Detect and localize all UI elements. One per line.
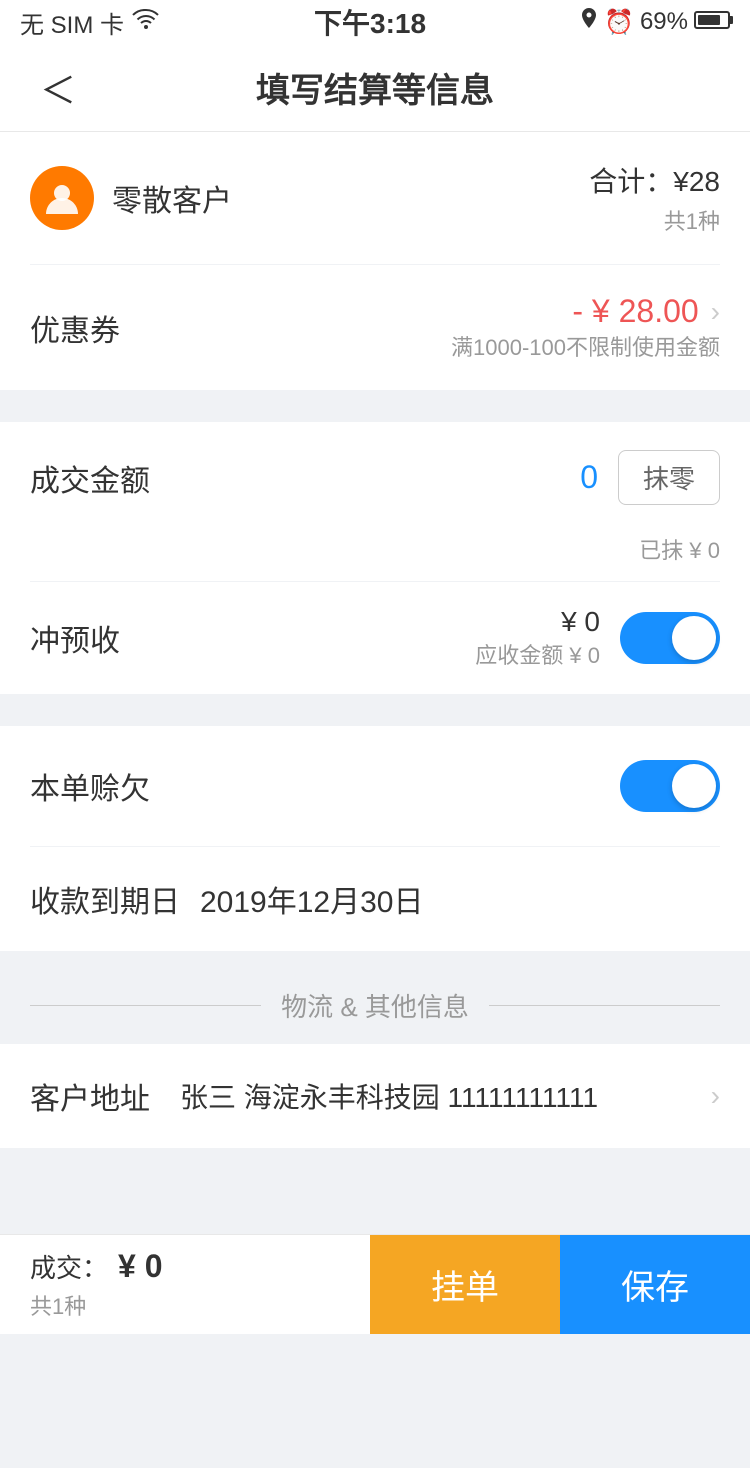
coupon-discount: - ¥ 28.00	[572, 293, 698, 330]
round-zero-button[interactable]: 抹零	[618, 450, 720, 505]
customer-summary: 合计：¥28 共1种	[589, 160, 720, 236]
precharge-values: ¥ 0 应收金额 ¥ 0	[475, 606, 600, 670]
address-label: 客户地址	[30, 1074, 150, 1118]
coupon-row[interactable]: 优惠券 - ¥ 28.00 › 满1000-100不限制使用金额	[0, 265, 750, 390]
address-row[interactable]: 客户地址 张三 海淀永丰科技园 11111111111 ›	[30, 1044, 720, 1148]
customer-count: 共1种	[589, 204, 720, 236]
address-chevron-icon: ›	[711, 1080, 720, 1112]
transaction-section: 成交金额 0 抹零 已抹 ¥ 0	[0, 422, 750, 581]
arrears-row: 本单赊欠	[30, 726, 720, 846]
customer-left: 零散客户	[30, 166, 232, 230]
status-right: ⏰ 69%	[580, 8, 730, 37]
customer-card: 零散客户 合计：¥28 共1种 优惠券 - ¥ 28.00 › 满1000-10…	[0, 132, 750, 390]
precharge-row: 冲预收 ¥ 0 应收金额 ¥ 0	[30, 581, 720, 694]
bottom-deal-label: 成交：	[30, 1248, 108, 1285]
duedate-label: 收款到期日	[30, 877, 180, 921]
battery-text: 69%	[640, 8, 688, 36]
address-value: 张三 海淀永丰科技园 11111111111	[180, 1076, 701, 1116]
hold-button[interactable]: 挂单	[370, 1235, 560, 1334]
logistics-text: 物流 & 其他信息	[281, 987, 469, 1024]
transaction-sub: 已抹 ¥ 0	[30, 533, 720, 581]
section-separator-3	[0, 951, 750, 967]
bottom-deal-amount: ¥ 0	[118, 1248, 162, 1285]
transaction-right: 0 抹零	[580, 450, 720, 505]
battery-icon	[694, 11, 730, 29]
address-section: 客户地址 张三 海淀永丰科技园 11111111111 ›	[0, 1044, 750, 1148]
carrier-text: 无 SIM 卡	[20, 5, 124, 40]
customer-avatar	[30, 166, 94, 230]
duedate-section: 收款到期日 2019年12月30日	[0, 846, 750, 951]
precharge-label: 冲预收	[30, 616, 120, 660]
logistics-line-right	[489, 1005, 720, 1006]
location-icon	[580, 8, 598, 37]
page-title: 填写结算等信息	[256, 63, 494, 112]
coupon-chevron-icon: ›	[711, 296, 720, 328]
coupon-sub: 满1000-100不限制使用金额	[451, 330, 720, 362]
wifi-icon	[132, 8, 160, 36]
save-button[interactable]: 保存	[560, 1235, 750, 1334]
back-button[interactable]: ＜	[30, 52, 86, 124]
transaction-value: 0	[580, 459, 598, 496]
section-separator-2	[0, 694, 750, 710]
section-separator-1	[0, 406, 750, 422]
alarm-icon: ⏰	[604, 8, 634, 37]
precharge-sub: 应收金额 ¥ 0	[475, 638, 600, 670]
precharge-toggle[interactable]	[620, 612, 720, 664]
status-time: 下午3:18	[314, 2, 426, 42]
bottom-deal: 成交： ¥ 0	[30, 1248, 370, 1285]
precharge-right: ¥ 0 应收金额 ¥ 0	[475, 606, 720, 670]
transaction-label: 成交金额	[30, 456, 150, 500]
toggle-circle	[672, 616, 716, 660]
arrears-label: 本单赊欠	[30, 764, 150, 808]
duedate-value: 2019年12月30日	[200, 877, 423, 921]
status-bar: 无 SIM 卡 下午3:18 ⏰ 69%	[0, 0, 750, 44]
customer-row: 零散客户 合计：¥28 共1种	[0, 132, 750, 264]
arrears-toggle[interactable]	[620, 760, 720, 812]
customer-total: 合计：¥28	[589, 160, 720, 200]
duedate-row: 收款到期日 2019年12月30日	[30, 846, 720, 951]
customer-name: 零散客户	[112, 176, 232, 220]
logistics-line-left	[30, 1005, 261, 1006]
bottom-bar: 成交： ¥ 0 共1种 挂单 保存	[0, 1234, 750, 1334]
bottom-count: 共1种	[30, 1289, 370, 1321]
status-carrier: 无 SIM 卡	[20, 5, 160, 40]
logistics-header: 物流 & 其他信息	[0, 967, 750, 1044]
bottom-info: 成交： ¥ 0 共1种	[0, 1235, 370, 1334]
arrears-section: 本单赊欠	[0, 726, 750, 846]
nav-bar: ＜ 填写结算等信息	[0, 44, 750, 132]
coupon-label: 优惠券	[30, 306, 120, 350]
arrears-toggle-circle	[672, 764, 716, 808]
precharge-amount: ¥ 0	[475, 606, 600, 638]
transaction-row: 成交金额 0 抹零	[30, 422, 720, 533]
precharge-section: 冲预收 ¥ 0 应收金额 ¥ 0	[0, 581, 750, 694]
